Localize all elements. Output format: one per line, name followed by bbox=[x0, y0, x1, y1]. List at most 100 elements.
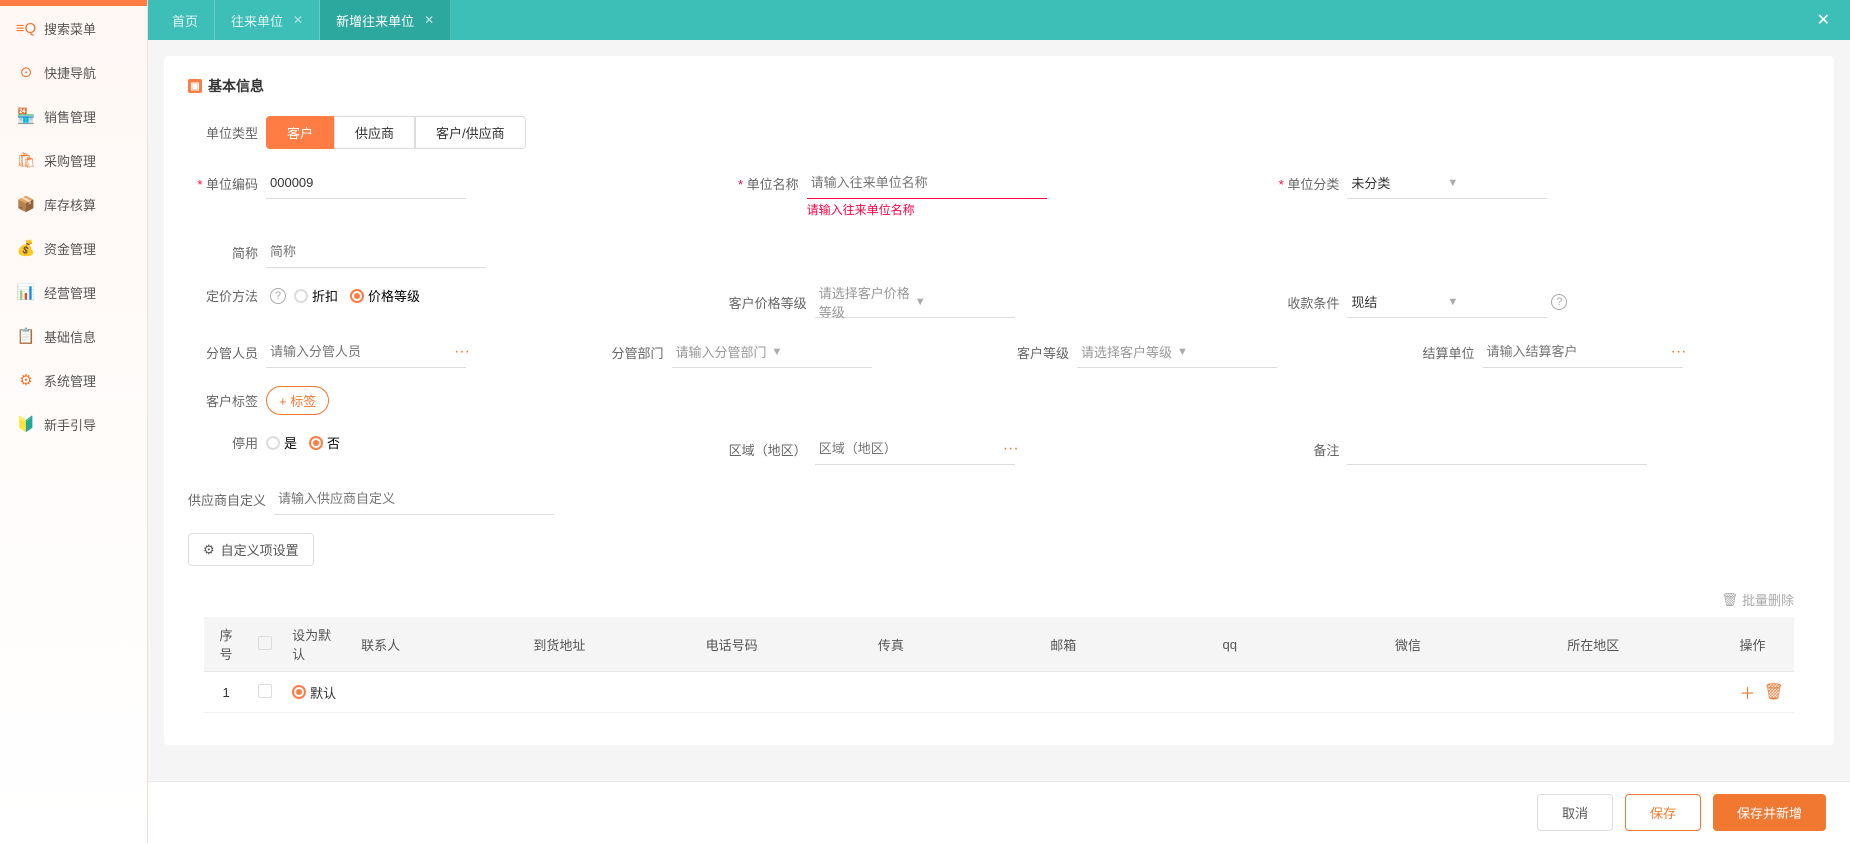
unit-name-error: 请输入往来单位名称 bbox=[807, 201, 1270, 218]
manager-dots-button[interactable]: ··· bbox=[450, 343, 474, 361]
disable-radio-no[interactable]: 否 bbox=[309, 433, 340, 452]
sidebar-label-quicknav: 快捷导航 bbox=[44, 63, 96, 82]
supplier-custom-input[interactable] bbox=[274, 483, 554, 515]
dept-select[interactable]: 请输入分管部门 ▼ bbox=[672, 336, 872, 368]
price-level-arrow: ▼ bbox=[915, 296, 1011, 308]
qq-input[interactable] bbox=[1222, 685, 1375, 700]
customer-level-placeholder: 请选择客户等级 bbox=[1081, 342, 1177, 361]
contact-input[interactable] bbox=[361, 685, 513, 700]
tab-units-close[interactable]: ✕ bbox=[293, 13, 303, 27]
tag-group: 客户标签 + 标签 bbox=[188, 386, 1810, 415]
price-level-select[interactable]: 请选择客户价格等级 ▼ bbox=[815, 286, 1015, 318]
region-input-wrap: ··· bbox=[815, 433, 1015, 465]
pricing-radio-discount[interactable]: 折扣 bbox=[294, 286, 338, 305]
select-all-checkbox[interactable] bbox=[258, 636, 272, 650]
td-action: ＋ 🗑 bbox=[1730, 672, 1794, 713]
unit-category-value: 未分类 bbox=[1351, 173, 1447, 192]
sidebar-item-system[interactable]: ⚙ 系统管理 bbox=[0, 358, 147, 402]
sidebar-item-inventory[interactable]: 📦 库存核算 bbox=[0, 182, 147, 226]
batch-delete-button[interactable]: 🗑 批量删除 bbox=[1721, 590, 1794, 609]
td-contact[interactable] bbox=[351, 672, 523, 713]
window-close-button[interactable]: ✕ bbox=[1805, 10, 1842, 30]
td-default: 默认 bbox=[282, 672, 351, 713]
sidebar-item-search[interactable]: ≡Q 搜索菜单 bbox=[0, 6, 147, 50]
payment-select[interactable]: 现结 ▼ bbox=[1347, 286, 1547, 318]
price-level-group: 客户价格等级 请选择客户价格等级 ▼ bbox=[729, 286, 1270, 318]
remark-input[interactable] bbox=[1347, 433, 1647, 465]
type-btn-customer[interactable]: 客户 bbox=[266, 116, 334, 149]
row-region-input[interactable] bbox=[1567, 685, 1719, 700]
wechat-input[interactable] bbox=[1395, 685, 1547, 700]
custom-settings-button[interactable]: ⚙ 自定义项设置 bbox=[188, 533, 314, 566]
td-qq[interactable] bbox=[1212, 672, 1385, 713]
td-phone[interactable] bbox=[696, 672, 868, 713]
address-input[interactable] bbox=[533, 685, 685, 700]
add-row-button[interactable]: ＋ bbox=[1740, 680, 1756, 704]
manager-input[interactable] bbox=[266, 344, 450, 359]
unit-name-input[interactable] bbox=[807, 167, 1047, 199]
tab-new-unit-close[interactable]: ✕ bbox=[424, 13, 434, 27]
sidebar-item-finance[interactable]: 💰 资金管理 bbox=[0, 226, 147, 270]
default-radio[interactable]: 默认 bbox=[292, 683, 341, 702]
type-btn-supplier[interactable]: 供应商 bbox=[334, 116, 415, 149]
td-fax[interactable] bbox=[868, 672, 1040, 713]
unit-type-buttons: 客户 供应商 客户/供应商 bbox=[266, 116, 526, 149]
td-address[interactable] bbox=[523, 672, 695, 713]
unit-type-group: 单位类型 客户 供应商 客户/供应商 bbox=[188, 116, 1810, 149]
td-email[interactable] bbox=[1040, 672, 1212, 713]
row-checkbox[interactable] bbox=[258, 684, 272, 698]
tab-new-unit-label: 新增往来单位 bbox=[336, 11, 414, 30]
sidebar-label-search: 搜索菜单 bbox=[44, 19, 96, 38]
sidebar-item-purchase[interactable]: 🛍 采购管理 bbox=[0, 138, 147, 182]
payment-help-icon[interactable]: ? bbox=[1551, 294, 1567, 310]
tab-new-unit[interactable]: 新增往来单位 ✕ bbox=[320, 0, 451, 40]
fax-input[interactable] bbox=[878, 685, 1030, 700]
region-dots-button[interactable]: ··· bbox=[999, 440, 1023, 458]
th-default: 设为默认 bbox=[282, 617, 351, 672]
pricing-radio-level-label: 价格等级 bbox=[368, 286, 420, 305]
save-new-button[interactable]: 保存并新增 bbox=[1713, 794, 1826, 831]
customer-level-select[interactable]: 请选择客户等级 ▼ bbox=[1077, 336, 1277, 368]
th-checkbox bbox=[248, 617, 282, 672]
td-region[interactable] bbox=[1557, 672, 1729, 713]
short-name-group: 简称 bbox=[188, 236, 1810, 268]
type-btn-both[interactable]: 客户/供应商 bbox=[415, 116, 526, 149]
settle-unit-dots-button[interactable]: ··· bbox=[1667, 343, 1691, 361]
tab-home[interactable]: 首页 bbox=[156, 0, 215, 40]
table-header-row: 序号 设为默认 联系人 到货地址 电话号码 传真 邮箱 qq 微信 bbox=[204, 617, 1794, 672]
pricing-help-icon[interactable]: ? bbox=[270, 288, 286, 304]
disable-radio-yes-label: 是 bbox=[284, 433, 297, 452]
th-seq: 序号 bbox=[204, 617, 248, 672]
unit-code-input[interactable] bbox=[266, 167, 466, 199]
tag-label: 客户标签 bbox=[188, 391, 258, 410]
tab-units[interactable]: 往来单位 ✕ bbox=[215, 0, 320, 40]
sidebar-item-guide[interactable]: 🔰 新手引导 bbox=[0, 402, 147, 446]
delete-row-button[interactable]: 🗑 bbox=[1764, 682, 1784, 702]
phone-input[interactable] bbox=[706, 685, 858, 700]
save-button[interactable]: 保存 bbox=[1625, 794, 1701, 831]
cancel-button[interactable]: 取消 bbox=[1537, 794, 1613, 831]
customer-level-label: 客户等级 bbox=[999, 343, 1069, 362]
pricing-radio-level[interactable]: 价格等级 bbox=[350, 286, 420, 305]
disable-radio-yes[interactable]: 是 bbox=[266, 433, 297, 452]
disable-label: 停用 bbox=[188, 433, 258, 452]
sidebar-item-basic[interactable]: 📋 基础信息 bbox=[0, 314, 147, 358]
email-input[interactable] bbox=[1050, 685, 1202, 700]
unit-name-label: 单位名称 bbox=[729, 174, 799, 193]
sidebar-item-operations[interactable]: 📊 经营管理 bbox=[0, 270, 147, 314]
unit-category-select[interactable]: 未分类 ▼ bbox=[1347, 167, 1547, 199]
short-name-input[interactable] bbox=[266, 236, 486, 268]
settle-unit-input[interactable] bbox=[1483, 344, 1667, 359]
region-input[interactable] bbox=[815, 441, 999, 456]
unit-category-group: 单位分类 未分类 ▼ bbox=[1269, 167, 1810, 199]
add-tag-button[interactable]: + 标签 bbox=[266, 386, 329, 415]
sidebar-item-quicknav[interactable]: ⊙ 快捷导航 bbox=[0, 50, 147, 94]
td-wechat[interactable] bbox=[1385, 672, 1557, 713]
manager-input-wrap: ··· bbox=[266, 336, 466, 368]
form-row-tag: 客户标签 + 标签 bbox=[188, 386, 1810, 415]
form-row-manager: 分管人员 ··· 分管部门 请输入分管部门 ▼ 客户等级 bbox=[188, 336, 1810, 368]
dept-group: 分管部门 请输入分管部门 ▼ bbox=[594, 336, 1000, 368]
sidebar-item-sales[interactable]: 🏪 销售管理 bbox=[0, 94, 147, 138]
settle-unit-label: 结算单位 bbox=[1405, 343, 1475, 362]
pricing-radio-discount-label: 折扣 bbox=[312, 286, 338, 305]
